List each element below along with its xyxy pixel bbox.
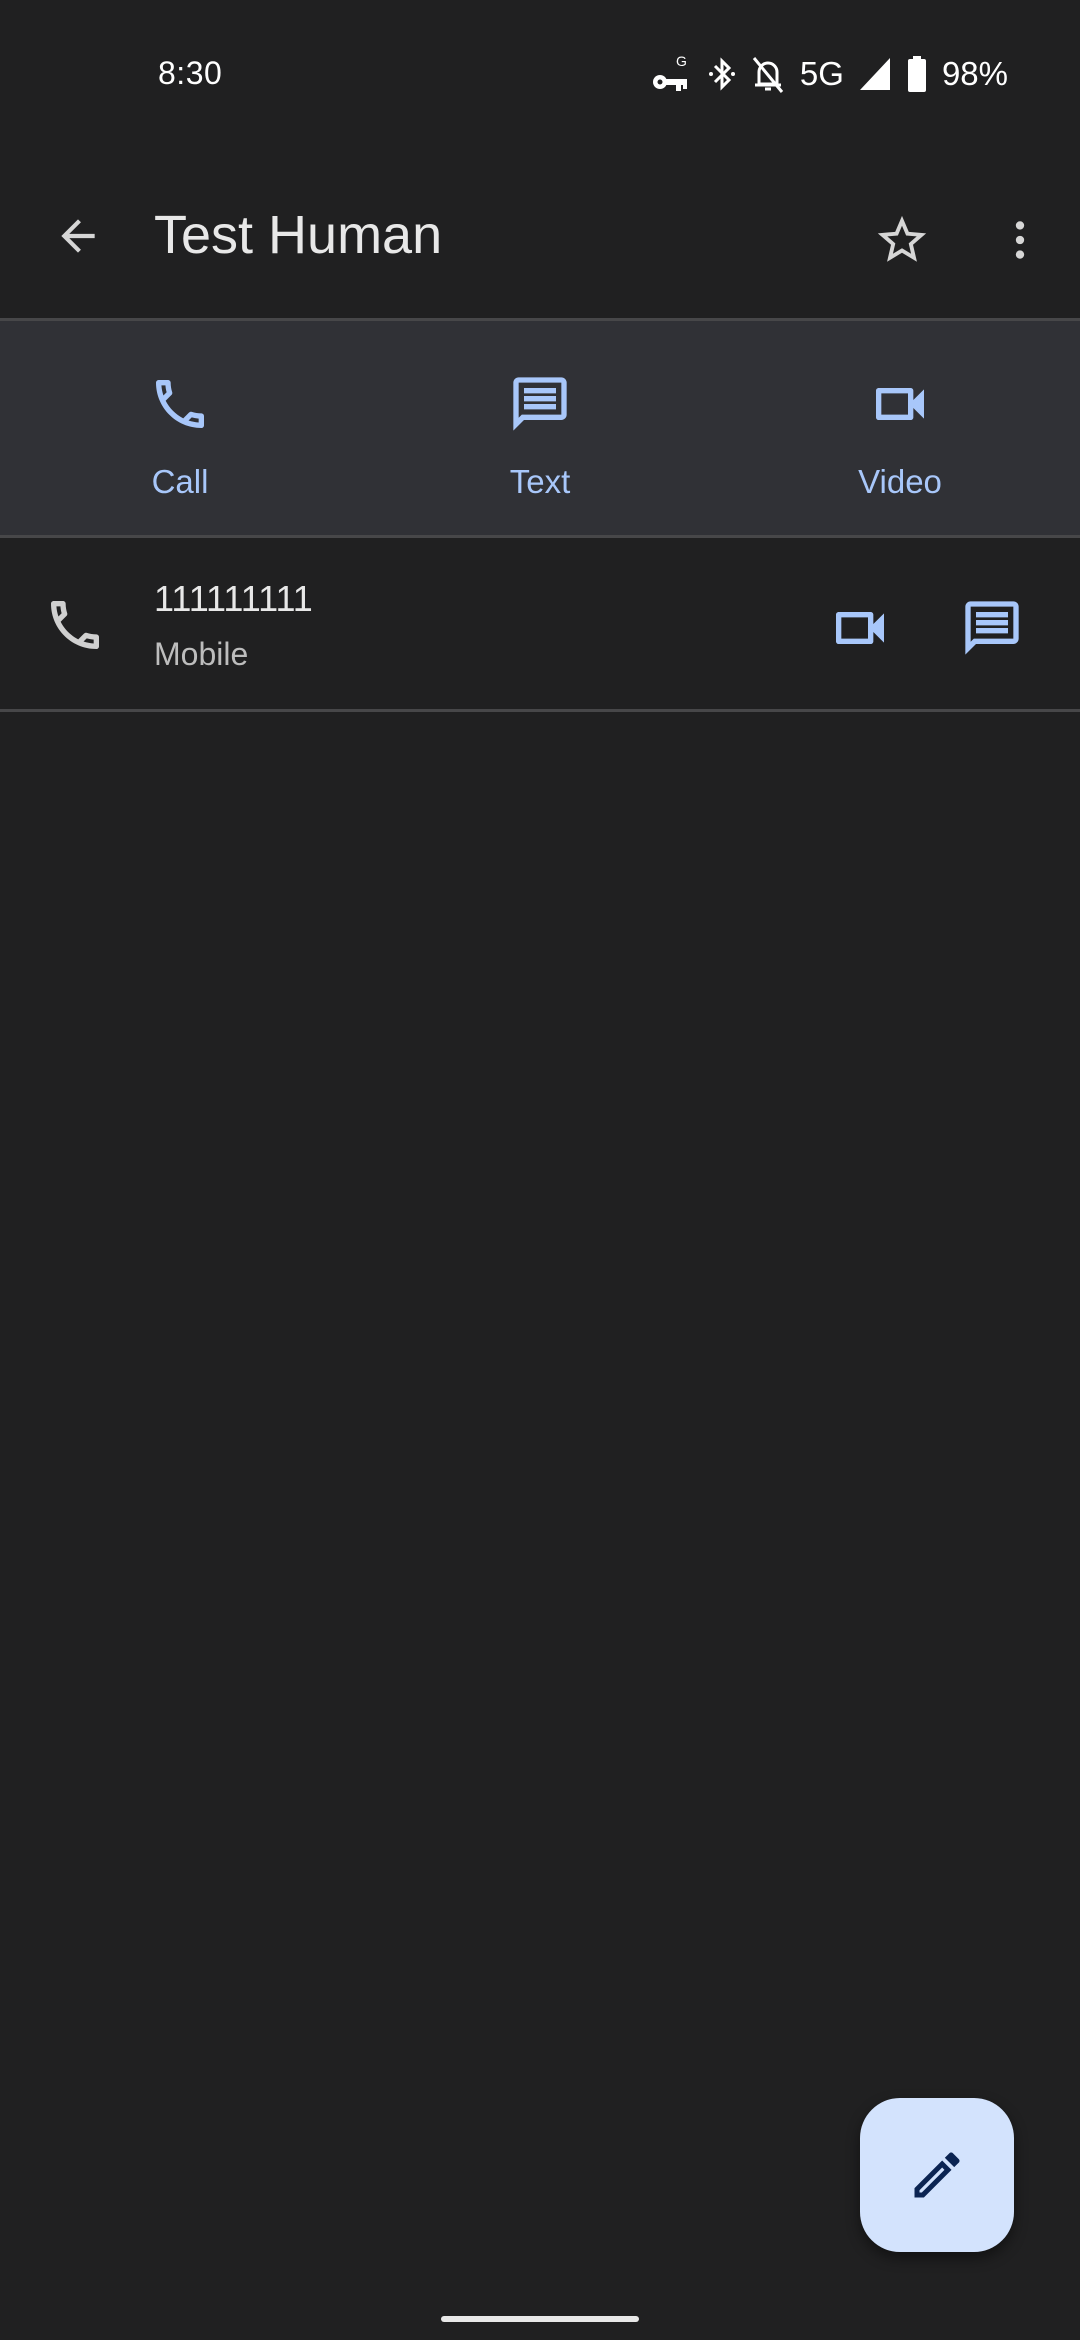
videocam-icon (865, 369, 935, 439)
battery-percent: 98% (941, 55, 1008, 92)
gesture-nav-handle[interactable] (441, 2316, 639, 2322)
status-time: 8:30 (158, 55, 223, 91)
videocam-icon (836, 612, 884, 644)
send-message-button[interactable] (952, 588, 1032, 668)
video-action-button[interactable]: Video (720, 321, 1080, 535)
network-type: 5G (799, 55, 844, 92)
message-icon (505, 369, 575, 439)
call-action-button[interactable]: Call (0, 321, 360, 535)
status-icons: G 5G 98% (650, 52, 1008, 96)
status-bar: 8:30 G 5G 98% (0, 0, 1080, 140)
text-label: Text (509, 463, 571, 500)
more-options-button[interactable] (980, 200, 1060, 280)
phone-number: 111111111 (154, 578, 313, 619)
vpn-key-icon: G (650, 52, 694, 96)
svg-text:G: G (676, 53, 687, 69)
call-label: Call (151, 463, 209, 500)
star-outline-icon (877, 215, 927, 262)
quick-actions: Call Text Video (0, 321, 1080, 535)
back-button[interactable] (40, 198, 116, 274)
phone-icon (145, 369, 215, 439)
more-vert-icon (1015, 221, 1025, 259)
battery-icon (906, 54, 928, 94)
notifications-off-icon (750, 54, 786, 94)
divider (0, 709, 1080, 712)
favorite-button[interactable] (862, 200, 942, 280)
contact-name: Test Human (154, 205, 443, 265)
phone-type: Mobile (154, 636, 249, 672)
video-label: Video (858, 463, 942, 500)
edit-pencil-icon (914, 2152, 960, 2198)
phone-icon (40, 590, 110, 660)
app-bar: Test Human (0, 160, 1080, 318)
signal-icon (858, 56, 892, 92)
arrow-back-icon (61, 219, 95, 253)
bluetooth-icon (708, 54, 736, 94)
phone-number-row[interactable]: 111111111 Mobile (0, 538, 1080, 710)
message-icon (965, 601, 1019, 655)
text-action-button[interactable]: Text (360, 321, 720, 535)
video-call-button[interactable] (820, 588, 900, 668)
edit-contact-fab[interactable] (860, 2098, 1014, 2252)
